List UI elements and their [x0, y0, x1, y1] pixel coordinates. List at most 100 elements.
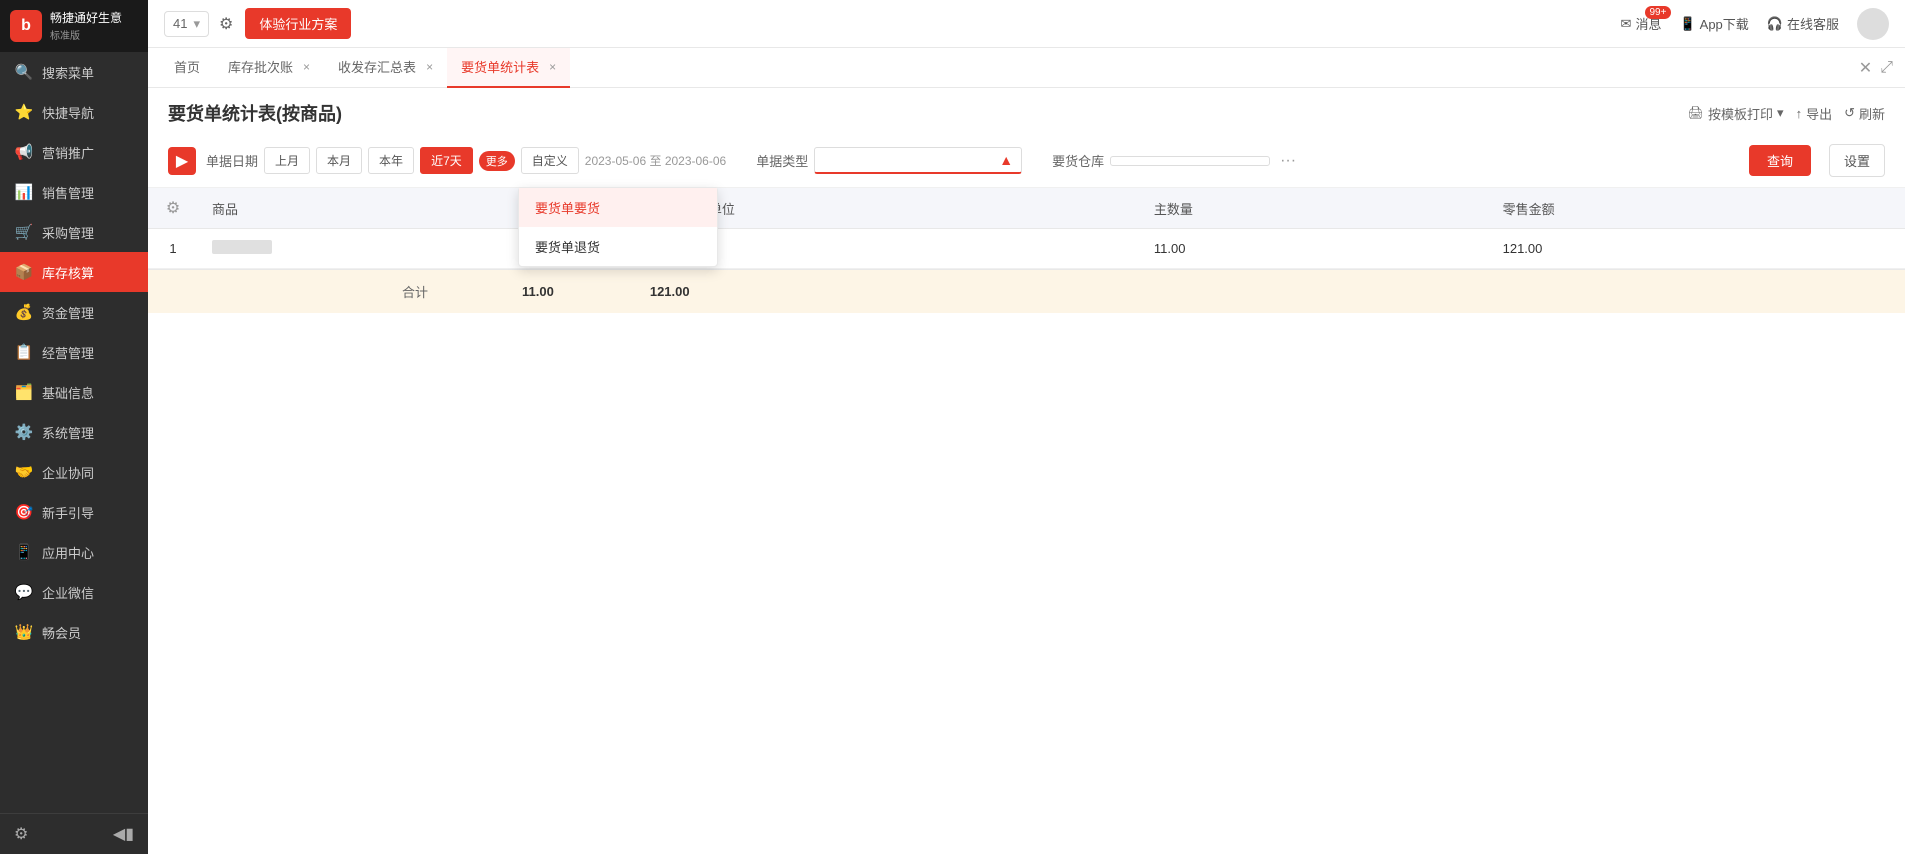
table-row: 1 块 11.00 121.00	[148, 229, 1905, 269]
date-btn-custom[interactable]: 自定义	[521, 147, 579, 174]
sidebar-item-search[interactable]: 🔍 搜索菜单	[0, 52, 148, 92]
topbar: 41 ▾ ⚙ 体验行业方案 ✉ 消息 99+ 📱 App下载 🎧 在线客服	[148, 0, 1905, 48]
page-header: 要货单统计表(按商品) 🖨 按模板打印 ▾ ↑ 导出 ↺ 刷新	[148, 88, 1905, 134]
sidebar-item-guide[interactable]: 🎯 新手引导	[0, 492, 148, 532]
col-quantity: 主数量	[1140, 188, 1489, 229]
tab-home[interactable]: 首页	[160, 48, 214, 88]
phone-icon: 📱	[1679, 16, 1695, 32]
sidebar-item-finance[interactable]: 💰 资金管理	[0, 292, 148, 332]
refresh-icon: ↺	[1844, 105, 1855, 121]
tab-close-all-icon[interactable]: ✕	[1859, 58, 1872, 78]
product-placeholder	[212, 240, 272, 254]
col-unit: 主计量单位	[656, 188, 1140, 229]
type-select[interactable]: ▲	[814, 147, 1022, 174]
box-icon: 📦	[14, 262, 34, 282]
column-settings-icon[interactable]: ⚙	[166, 200, 180, 217]
tab-demand-label: 要货单统计表	[461, 57, 539, 76]
tab-recv-label: 收发存汇总表	[338, 57, 416, 76]
sidebar-item-shortcut-label: 快捷导航	[42, 103, 94, 122]
date-btn-last-month[interactable]: 上月	[264, 147, 310, 174]
table-header-row: ⚙ 商品 主计量单位 主数量 零售金额	[148, 188, 1905, 229]
sidebar-item-member[interactable]: 👑 畅会员	[0, 612, 148, 652]
filter-settings-button[interactable]: 设置	[1829, 144, 1885, 177]
sidebar-item-apps[interactable]: 📱 应用中心	[0, 532, 148, 572]
settings-footer-icon[interactable]: ⚙	[14, 824, 28, 844]
col-settings: ⚙	[148, 188, 198, 229]
sidebar-item-purchase[interactable]: 🛒 采购管理	[0, 212, 148, 252]
tab-home-label: 首页	[174, 57, 200, 76]
type-filter-label: 单据类型	[756, 151, 808, 170]
date-filter-label: 单据日期	[206, 151, 258, 170]
sidebar-item-finance-label: 资金管理	[42, 303, 94, 322]
more-dates-badge[interactable]: 更多	[479, 151, 515, 171]
dropdown-item-0[interactable]: 要货单要货	[519, 188, 717, 227]
messages-action[interactable]: ✉ 消息 99+	[1621, 14, 1662, 33]
sidebar-item-purchase-label: 采购管理	[42, 223, 94, 242]
store-chevron-icon: ▾	[193, 16, 200, 32]
print-chevron-icon: ▾	[1777, 105, 1784, 121]
sidebar-item-marketing-label: 营销推广	[42, 143, 94, 162]
sidebar-item-system[interactable]: ⚙️ 系统管理	[0, 412, 148, 452]
data-table: ⚙ 商品 主计量单位 主数量 零售金额 1 块	[148, 188, 1905, 269]
print-button[interactable]: 🖨 按模板打印 ▾	[1688, 104, 1784, 123]
page-title: 要货单统计表(按商品)	[168, 100, 342, 126]
filter-bar: ▶ 单据日期 上月 本月 本年 近7天 更多 自定义 2023-05-06 至 …	[148, 134, 1905, 188]
date-filter-group: 单据日期 上月 本月 本年 近7天 更多 自定义 2023-05-06 至 20…	[206, 147, 726, 174]
sidebar-item-search-label: 搜索菜单	[42, 63, 94, 82]
app-download-action[interactable]: 📱 App下载	[1679, 14, 1748, 33]
sidebar-nav: 🔍 搜索菜单 ⭐ 快捷导航 📢 营销推广 📊 销售管理 🛒 采购管理 📦 库存核…	[0, 52, 148, 813]
dropdown-item-1[interactable]: 要货单退货	[519, 227, 717, 266]
export-label: 导出	[1806, 104, 1832, 123]
app-name: 畅捷通好生意	[50, 10, 122, 27]
tab-recv-close-icon[interactable]: ×	[426, 60, 433, 74]
date-btn-7days[interactable]: 近7天	[420, 147, 473, 174]
sidebar-item-shortcut[interactable]: ⭐ 快捷导航	[0, 92, 148, 132]
sidebar-item-collab[interactable]: 🤝 企业协同	[0, 452, 148, 492]
sidebar-item-apps-label: 应用中心	[42, 543, 94, 562]
warehouse-filter-group: 要货仓库 ···	[1052, 151, 1296, 170]
mobile-icon: 📱	[14, 542, 34, 562]
refresh-button[interactable]: ↺ 刷新	[1844, 104, 1885, 123]
type-select-input[interactable]	[823, 153, 999, 168]
sidebar-item-operation-label: 经营管理	[42, 343, 94, 362]
sidebar-item-system-label: 系统管理	[42, 423, 94, 442]
warehouse-input[interactable]	[1110, 156, 1270, 166]
tab-recv-summary[interactable]: 收发存汇总表 ×	[324, 48, 447, 88]
user-avatar[interactable]	[1857, 8, 1889, 40]
sidebar: b 畅捷通好生意 标准版 🔍 搜索菜单 ⭐ 快捷导航 📢 营销推广 📊 销售管理…	[0, 0, 148, 854]
tab-demand-close-icon[interactable]: ×	[549, 60, 556, 74]
sidebar-item-basic[interactable]: 🗂️ 基础信息	[0, 372, 148, 412]
support-label: 在线客服	[1787, 14, 1839, 33]
support-action[interactable]: 🎧 在线客服	[1767, 14, 1839, 33]
industry-button[interactable]: 体验行业方案	[245, 8, 351, 39]
collapse-icon[interactable]: ◀▮	[113, 824, 134, 844]
app-sub: 标准版	[50, 27, 122, 42]
app-download-label: App下载	[1700, 14, 1749, 33]
sidebar-item-operation[interactable]: 📋 经营管理	[0, 332, 148, 372]
filter-expand-button[interactable]: ▶	[168, 147, 196, 175]
export-button[interactable]: ↑ 导出	[1796, 104, 1833, 123]
total-quantity: 11.00	[522, 284, 554, 299]
store-name: 41	[173, 16, 187, 31]
chat-icon: 💬	[14, 582, 34, 602]
topbar-right: ✉ 消息 99+ 📱 App下载 🎧 在线客服	[1621, 8, 1889, 40]
topbar-settings-icon[interactable]: ⚙	[219, 14, 233, 34]
crown-icon: 👑	[14, 622, 34, 642]
tab-demand-stat[interactable]: 要货单统计表 ×	[447, 48, 570, 88]
sidebar-item-wechat[interactable]: 💬 企业微信	[0, 572, 148, 612]
warehouse-more-icon[interactable]: ···	[1280, 152, 1296, 170]
date-btn-this-month[interactable]: 本月	[316, 147, 362, 174]
tab-maximize-icon[interactable]: ⤢	[1880, 59, 1893, 77]
total-row: 合计 11.00 121.00	[148, 269, 1905, 313]
tab-batch-account[interactable]: 库存批次账 ×	[214, 48, 324, 88]
sidebar-item-inventory[interactable]: 📦 库存核算	[0, 252, 148, 292]
total-amount: 121.00	[650, 284, 690, 299]
date-btn-this-year[interactable]: 本年	[368, 147, 414, 174]
print-label: 按模板打印	[1708, 104, 1773, 123]
star-icon: ⭐	[14, 102, 34, 122]
tab-batch-close-icon[interactable]: ×	[303, 60, 310, 74]
sidebar-item-sales[interactable]: 📊 销售管理	[0, 172, 148, 212]
query-button[interactable]: 查询	[1749, 145, 1811, 176]
store-selector[interactable]: 41 ▾	[164, 11, 209, 37]
sidebar-item-marketing[interactable]: 📢 营销推广	[0, 132, 148, 172]
